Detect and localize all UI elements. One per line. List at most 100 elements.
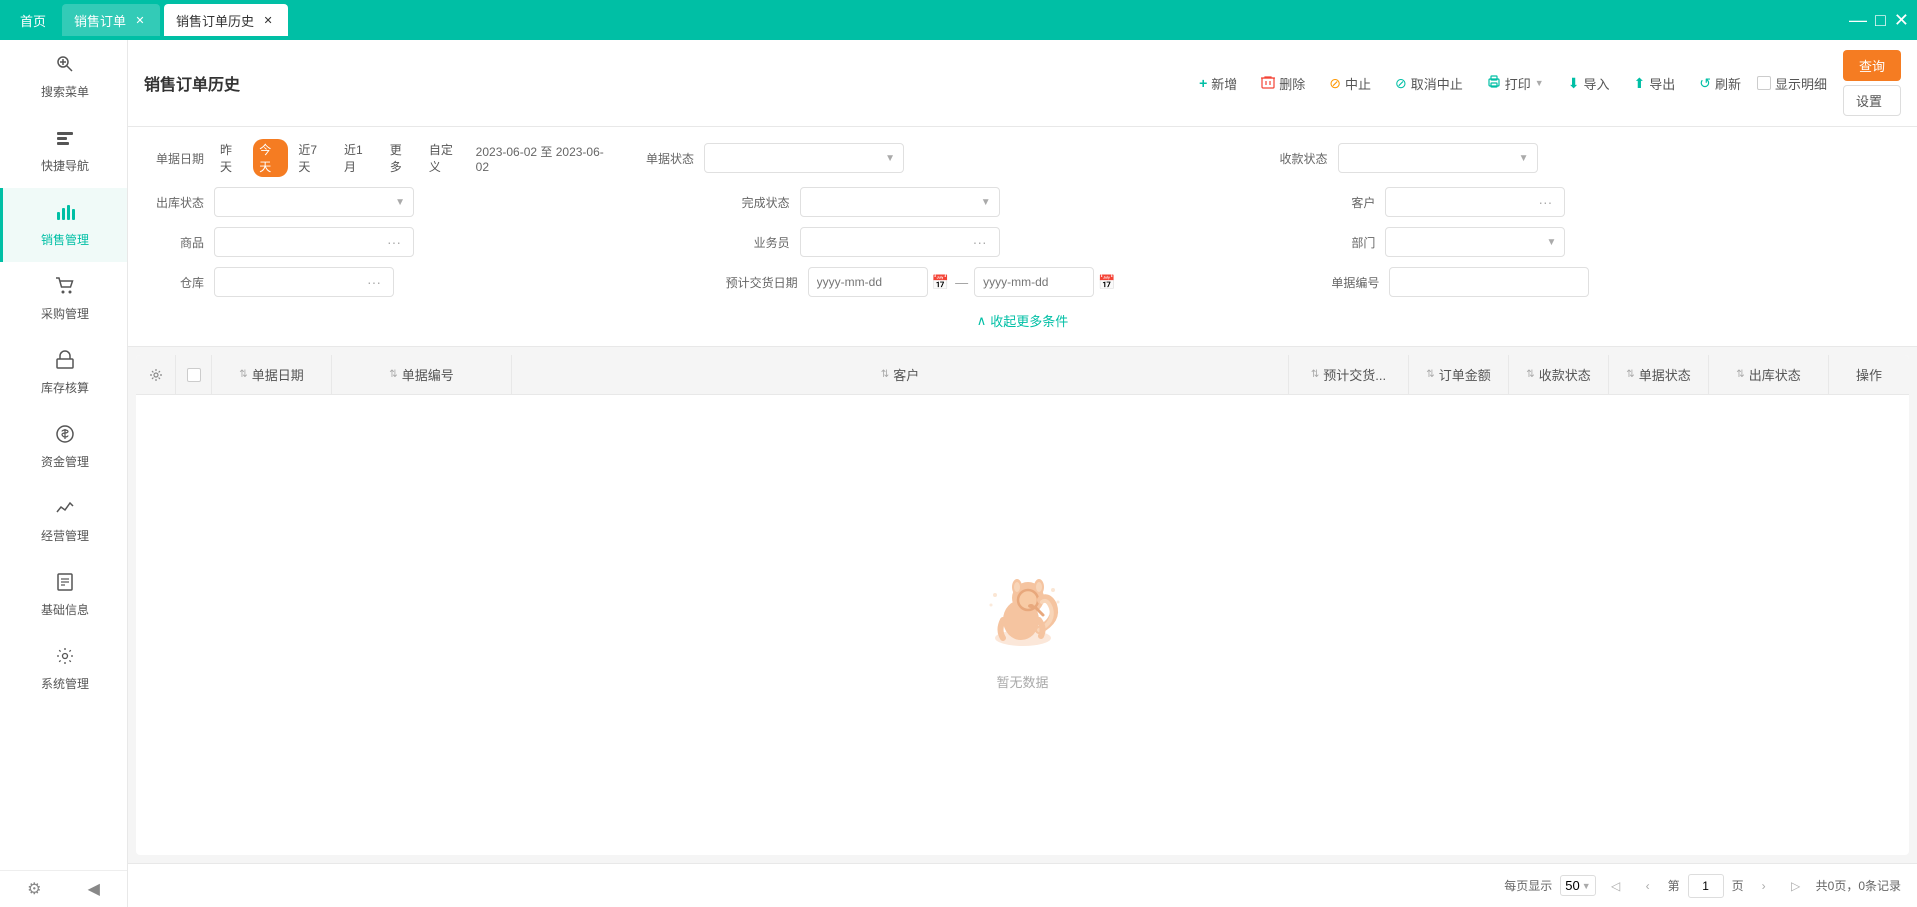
export-icon: ⬆ bbox=[1633, 75, 1645, 92]
collapse-bar[interactable]: ∧ 收起更多条件 bbox=[144, 307, 1901, 334]
query-btn[interactable]: 查询 bbox=[1843, 50, 1901, 81]
home-tab-label: 首页 bbox=[20, 11, 46, 30]
sidebar-item-finance-mgmt[interactable]: 资金管理 bbox=[0, 410, 127, 484]
th-date[interactable]: ⇅ 单据日期 bbox=[212, 355, 332, 394]
top-bar: 首页 销售订单 ✕ 销售订单历史 ✕ — □ ✕ bbox=[0, 0, 1917, 40]
prev-page-btn[interactable]: ‹ bbox=[1636, 874, 1660, 898]
sidebar-label-finance-mgmt: 资金管理 bbox=[41, 453, 89, 470]
sidebar-item-sys-mgmt[interactable]: 系统管理 bbox=[0, 632, 127, 706]
tab-sales-order[interactable]: 销售订单 ✕ bbox=[62, 4, 160, 36]
th-doc-no[interactable]: ⇅ 单据编号 bbox=[332, 355, 512, 394]
setting-btn[interactable]: 设置 bbox=[1843, 85, 1901, 116]
import-label: 导入 bbox=[1583, 74, 1609, 93]
sidebar-item-inventory[interactable]: 库存核算 bbox=[0, 336, 127, 410]
new-btn[interactable]: + 新增 bbox=[1191, 70, 1245, 97]
warehouse-ellipsis-icon[interactable]: ··· bbox=[363, 274, 385, 290]
sidebar-item-quick-nav[interactable]: 快捷导航 bbox=[0, 114, 127, 188]
date-btn-today[interactable]: 今天 bbox=[253, 139, 288, 177]
sidebar-item-basic-info[interactable]: 基础信息 bbox=[0, 558, 127, 632]
display-toggle-label: 显示明细 bbox=[1775, 74, 1827, 93]
sales-order-tab-close[interactable]: ✕ bbox=[132, 12, 148, 28]
doc-status-select[interactable]: ▼ bbox=[704, 143, 904, 173]
th-doc-status[interactable]: ⇅ 单据状态 bbox=[1609, 355, 1709, 394]
next-page-btn[interactable]: › bbox=[1752, 874, 1776, 898]
date-btn-last7[interactable]: 近7天 bbox=[292, 139, 334, 177]
customer-ellipsis-icon[interactable]: ··· bbox=[1534, 194, 1556, 210]
th-recv-status[interactable]: ⇅ 收款状态 bbox=[1509, 355, 1609, 394]
filter-area: 单据日期 昨天 今天 近7天 近1月 更多 自定义 2023-06-02 至 2… bbox=[128, 127, 1917, 347]
date-btn-yesterday[interactable]: 昨天 bbox=[214, 139, 249, 177]
purchase-mgmt-icon bbox=[55, 276, 75, 301]
finance-mgmt-icon bbox=[55, 424, 75, 449]
export-btn[interactable]: ⬆ 导出 bbox=[1625, 70, 1683, 97]
date-label: 单据日期 bbox=[144, 150, 214, 167]
date-btn-more[interactable]: 更多 bbox=[384, 139, 419, 177]
stop-btn[interactable]: ⊘ 中止 bbox=[1321, 70, 1379, 97]
doc-status-arrow-icon: ▼ bbox=[885, 153, 895, 164]
salesperson-ellipsis-icon[interactable]: ··· bbox=[969, 234, 991, 250]
sort-out-status-icon: ⇅ bbox=[1736, 369, 1744, 380]
close-btn[interactable]: ✕ bbox=[1894, 10, 1909, 31]
import-icon: ⬇ bbox=[1568, 75, 1580, 92]
dept-select[interactable]: ▼ bbox=[1385, 227, 1565, 257]
th-delivery[interactable]: ⇅ 预计交货... bbox=[1289, 355, 1409, 394]
cancel-stop-icon: ⊘ bbox=[1395, 75, 1407, 92]
th-settings[interactable] bbox=[136, 355, 176, 394]
date-btn-last1month[interactable]: 近1月 bbox=[338, 139, 380, 177]
last-page-btn[interactable]: ▷ bbox=[1784, 874, 1808, 898]
warehouse-label: 仓库 bbox=[144, 274, 214, 291]
out-status-field: ▼ bbox=[214, 187, 730, 217]
print-btn[interactable]: 打印 ▼ bbox=[1479, 70, 1552, 97]
th-customer[interactable]: ⇅ 客户 bbox=[512, 355, 1289, 394]
delete-label: 删除 bbox=[1279, 74, 1305, 93]
refresh-btn[interactable]: ↺ 刷新 bbox=[1691, 70, 1749, 97]
select-all-checkbox[interactable] bbox=[187, 368, 201, 382]
salesperson-select[interactable]: ··· bbox=[800, 227, 1000, 257]
page-size-value: 50 bbox=[1565, 878, 1579, 893]
recv-status-select[interactable]: ▼ bbox=[1338, 143, 1538, 173]
sidebar-item-operations[interactable]: 经营管理 bbox=[0, 484, 127, 558]
warehouse-select[interactable]: ··· bbox=[214, 267, 394, 297]
sales-order-history-tab-close[interactable]: ✕ bbox=[260, 12, 276, 28]
th-amount[interactable]: ⇅ 订单金额 bbox=[1409, 355, 1509, 394]
cancel-stop-btn[interactable]: ⊘ 取消中止 bbox=[1387, 70, 1471, 97]
th-checkbox[interactable] bbox=[176, 355, 212, 394]
import-btn[interactable]: ⬇ 导入 bbox=[1560, 70, 1618, 97]
sidebar-item-sales-mgmt[interactable]: 销售管理 bbox=[0, 188, 127, 262]
th-out-status[interactable]: ⇅ 出库状态 bbox=[1709, 355, 1829, 394]
sidebar-settings-btn[interactable]: ⚙ bbox=[27, 879, 41, 899]
goods-select[interactable]: ··· bbox=[214, 227, 414, 257]
delivery-date-to-field: 📅 bbox=[974, 267, 1115, 297]
tab-home[interactable]: 首页 bbox=[8, 4, 58, 36]
customer-select[interactable]: ··· bbox=[1385, 187, 1565, 217]
sort-recv-status-icon: ⇅ bbox=[1526, 369, 1534, 380]
page-size-select[interactable]: 50 ▼ bbox=[1560, 875, 1595, 896]
dept-field: ▼ bbox=[1385, 227, 1901, 257]
page-input[interactable] bbox=[1688, 874, 1724, 898]
sidebar-collapse-btn[interactable]: ◀ bbox=[88, 879, 100, 899]
sys-mgmt-icon bbox=[55, 646, 75, 671]
calendar-to-icon[interactable]: 📅 bbox=[1098, 274, 1115, 291]
delete-btn[interactable]: 删除 bbox=[1253, 70, 1313, 97]
display-toggle-checkbox[interactable] bbox=[1757, 76, 1771, 90]
new-icon: + bbox=[1199, 75, 1207, 91]
minimize-btn[interactable]: — bbox=[1849, 10, 1867, 31]
complete-status-select[interactable]: ▼ bbox=[800, 187, 1000, 217]
delivery-date-to-input[interactable] bbox=[974, 267, 1094, 297]
doc-no-input[interactable] bbox=[1389, 267, 1589, 297]
refresh-label: 刷新 bbox=[1715, 74, 1741, 93]
calendar-from-icon[interactable]: 📅 bbox=[932, 274, 949, 291]
maximize-btn[interactable]: □ bbox=[1875, 10, 1886, 31]
display-toggle[interactable]: 显示明细 bbox=[1757, 74, 1827, 93]
sidebar-item-purchase-mgmt[interactable]: 采购管理 bbox=[0, 262, 127, 336]
sidebar-item-search-menu[interactable]: 搜索菜单 bbox=[0, 40, 127, 114]
goods-ellipsis-icon[interactable]: ··· bbox=[383, 234, 405, 250]
total-info: 共0页，0条记录 bbox=[1816, 877, 1901, 894]
search-menu-icon bbox=[55, 54, 75, 79]
out-status-select[interactable]: ▼ bbox=[214, 187, 414, 217]
first-page-btn[interactable]: ◁ bbox=[1604, 874, 1628, 898]
date-range: 2023-06-02 至 2023-06-02 bbox=[476, 143, 614, 174]
tab-sales-order-history[interactable]: 销售订单历史 ✕ bbox=[164, 4, 288, 36]
delivery-date-from-input[interactable] bbox=[808, 267, 928, 297]
date-btn-custom[interactable]: 自定义 bbox=[423, 139, 470, 177]
